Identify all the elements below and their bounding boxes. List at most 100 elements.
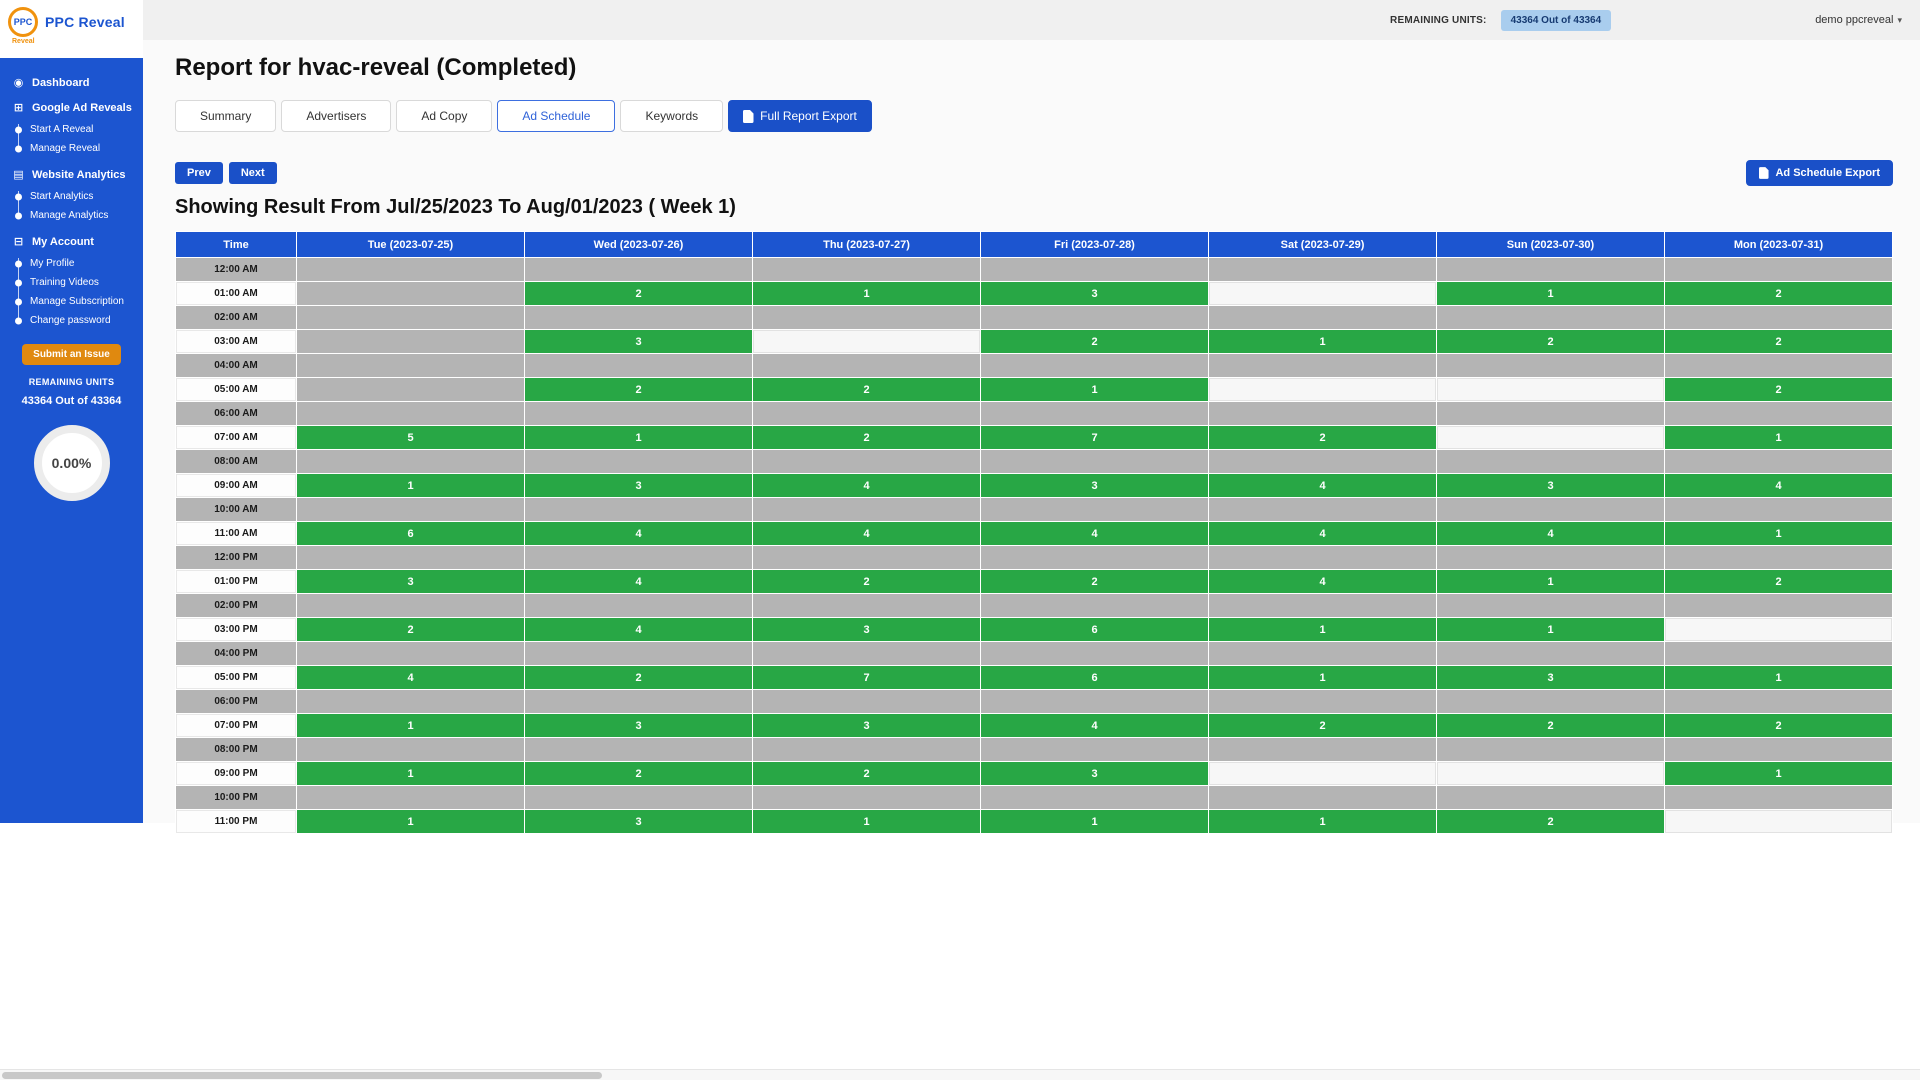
cell-no-data bbox=[753, 354, 980, 377]
cell-value: 1 bbox=[1437, 618, 1664, 641]
cell-no-data bbox=[297, 738, 524, 761]
cell-no-data bbox=[1665, 546, 1892, 569]
result-range-heading: Showing Result From Jul/25/2023 To Aug/0… bbox=[175, 196, 1893, 219]
cell-value: 1 bbox=[1665, 522, 1892, 545]
analytics-icon: ▤ bbox=[12, 168, 25, 181]
cell-value: 2 bbox=[297, 618, 524, 641]
schedule-row: 07:00 AM512721 bbox=[176, 426, 1892, 449]
ad-schedule-export-button[interactable]: Ad Schedule Export bbox=[1746, 160, 1893, 186]
cell-no-data bbox=[297, 354, 524, 377]
column-header-time: Time bbox=[176, 232, 296, 257]
cell-value: 4 bbox=[981, 714, 1208, 737]
cell-empty bbox=[1209, 378, 1436, 401]
cell-value: 4 bbox=[1209, 522, 1436, 545]
full-report-export-button[interactable]: Full Report Export bbox=[728, 100, 872, 132]
cell-no-data bbox=[1437, 594, 1664, 617]
cell-no-data bbox=[753, 306, 980, 329]
cell-no-data bbox=[525, 594, 752, 617]
sidebar-item-start-a-reveal[interactable]: Start A Reveal bbox=[0, 120, 143, 139]
cell-value: 2 bbox=[753, 426, 980, 449]
sidebar-item-training-videos[interactable]: Training Videos bbox=[0, 273, 143, 292]
sidebar-item-dashboard[interactable]: ◉ Dashboard bbox=[0, 70, 143, 95]
cell-no-data bbox=[981, 594, 1208, 617]
cell-value: 1 bbox=[1665, 762, 1892, 785]
column-header-day: Mon (2023-07-31) bbox=[1665, 232, 1892, 257]
tab-ad-schedule[interactable]: Ad Schedule bbox=[497, 100, 615, 132]
cell-no-data bbox=[297, 330, 524, 353]
cell-no-data bbox=[297, 378, 524, 401]
submit-issue-button[interactable]: Submit an Issue bbox=[22, 344, 121, 365]
cell-no-data bbox=[1665, 690, 1892, 713]
time-cell: 08:00 PM bbox=[176, 738, 296, 761]
schedule-row: 04:00 PM bbox=[176, 642, 1892, 665]
cell-value: 2 bbox=[1665, 570, 1892, 593]
time-cell: 01:00 PM bbox=[176, 570, 296, 593]
cell-no-data bbox=[1437, 354, 1664, 377]
cell-no-data bbox=[1209, 402, 1436, 425]
sidebar-item-my-profile[interactable]: My Profile bbox=[0, 254, 143, 273]
cell-no-data bbox=[1209, 354, 1436, 377]
usage-percent: 0.00% bbox=[52, 455, 92, 471]
ad-schedule-export-label: Ad Schedule Export bbox=[1775, 167, 1880, 179]
cell-value: 1 bbox=[1437, 282, 1664, 305]
account-card-icon: ⊟ bbox=[12, 235, 25, 248]
cell-value: 4 bbox=[1209, 570, 1436, 593]
sidebar-item-label: Dashboard bbox=[32, 77, 89, 89]
cell-no-data bbox=[1665, 306, 1892, 329]
schedule-row: 01:00 AM21312 bbox=[176, 282, 1892, 305]
sidebar-item-manage-analytics[interactable]: Manage Analytics bbox=[0, 206, 143, 225]
sidebar-section-label: Website Analytics bbox=[32, 169, 126, 181]
brand-logo-area[interactable]: PPC PPC Reveal Reveal bbox=[0, 0, 143, 58]
schedule-row: 02:00 PM bbox=[176, 594, 1892, 617]
user-menu-label: demo ppcreveal bbox=[1815, 14, 1893, 26]
schedule-row: 09:00 PM12231 bbox=[176, 762, 1892, 785]
cell-value: 3 bbox=[981, 762, 1208, 785]
next-button[interactable]: Next bbox=[229, 162, 277, 184]
prev-button[interactable]: Prev bbox=[175, 162, 223, 184]
tab-summary[interactable]: Summary bbox=[175, 100, 276, 132]
sidebar-remaining-units-label: REMAINING UNITS bbox=[0, 377, 143, 387]
cell-value: 4 bbox=[1209, 474, 1436, 497]
column-header-day: Tue (2023-07-25) bbox=[297, 232, 524, 257]
cell-no-data bbox=[981, 402, 1208, 425]
tab-advertisers[interactable]: Advertisers bbox=[281, 100, 391, 132]
cell-value: 7 bbox=[753, 666, 980, 689]
cell-value: 2 bbox=[1437, 714, 1664, 737]
cell-no-data bbox=[1209, 258, 1436, 281]
cell-empty bbox=[1209, 282, 1436, 305]
cell-value: 2 bbox=[1209, 426, 1436, 449]
sidebar-item-change-password[interactable]: Change password bbox=[0, 311, 143, 330]
horizontal-scrollbar-thumb[interactable] bbox=[2, 1072, 602, 1079]
cell-value: 3 bbox=[1437, 666, 1664, 689]
tab-keywords[interactable]: Keywords bbox=[620, 100, 723, 132]
brand-subtitle: Reveal bbox=[12, 38, 137, 45]
cell-value: 2 bbox=[525, 762, 752, 785]
user-menu[interactable]: demo ppcreveal ▾ bbox=[1815, 14, 1902, 26]
cell-no-data bbox=[1665, 594, 1892, 617]
cell-no-data bbox=[525, 738, 752, 761]
cell-value: 4 bbox=[525, 618, 752, 641]
column-header-day: Sun (2023-07-30) bbox=[1437, 232, 1664, 257]
cell-empty bbox=[1209, 762, 1436, 785]
sidebar-item-manage-subscription[interactable]: Manage Subscription bbox=[0, 292, 143, 311]
time-cell: 09:00 AM bbox=[176, 474, 296, 497]
tab-ad-copy[interactable]: Ad Copy bbox=[396, 100, 492, 132]
cell-no-data bbox=[1437, 786, 1664, 809]
schedule-row: 11:00 AM6444441 bbox=[176, 522, 1892, 545]
schedule-row: 06:00 PM bbox=[176, 690, 1892, 713]
schedule-row: 07:00 PM1334222 bbox=[176, 714, 1892, 737]
sidebar-item-start-analytics[interactable]: Start Analytics bbox=[0, 187, 143, 206]
cell-value: 1 bbox=[753, 282, 980, 305]
column-header-day: Fri (2023-07-28) bbox=[981, 232, 1208, 257]
cell-value: 4 bbox=[1665, 474, 1892, 497]
schedule-row: 05:00 AM2212 bbox=[176, 378, 1892, 401]
cell-no-data bbox=[981, 642, 1208, 665]
cell-no-data bbox=[297, 450, 524, 473]
sidebar-section-website-analytics[interactable]: ▤ Website Analytics bbox=[0, 162, 143, 187]
schedule-row: 01:00 PM3422412 bbox=[176, 570, 1892, 593]
sidebar-section-my-account[interactable]: ⊟ My Account bbox=[0, 229, 143, 254]
sidebar-section-google-ad-reveals[interactable]: ⊞ Google Ad Reveals bbox=[0, 95, 143, 120]
cell-value: 7 bbox=[981, 426, 1208, 449]
sidebar-item-manage-reveal[interactable]: Manage Reveal bbox=[0, 139, 143, 158]
cell-no-data bbox=[753, 786, 980, 809]
